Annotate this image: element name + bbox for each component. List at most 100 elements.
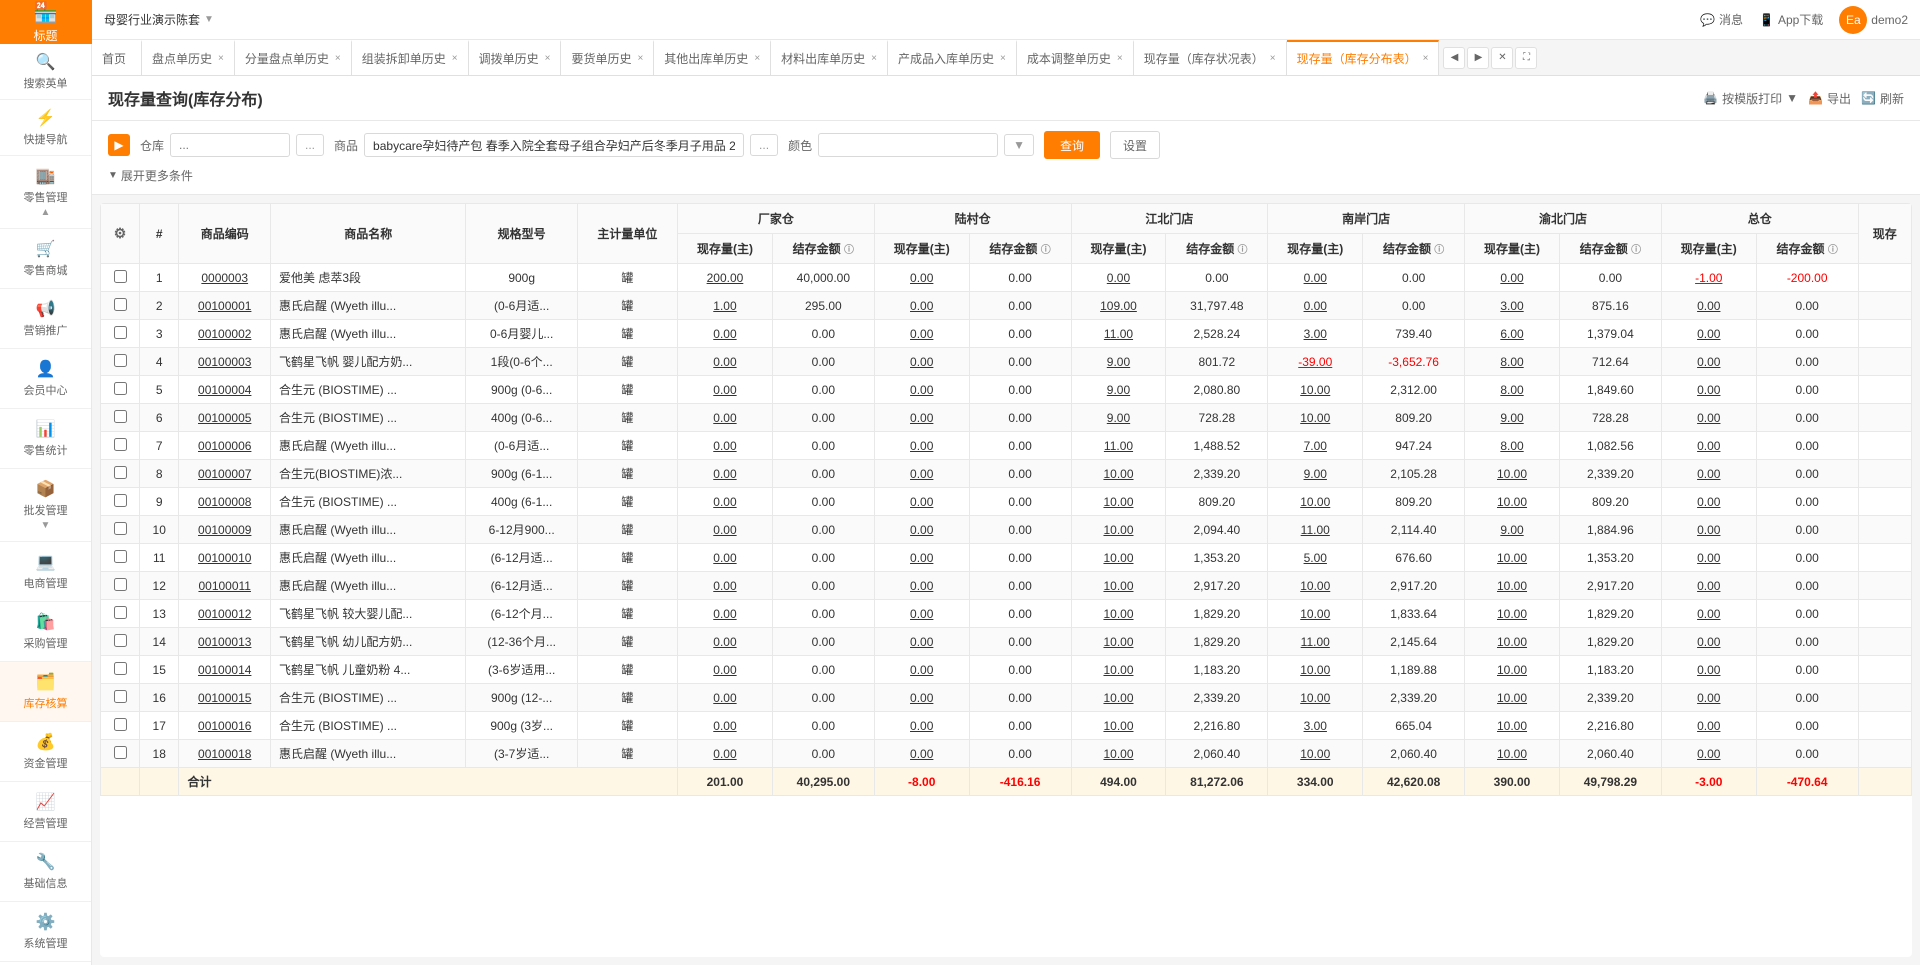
- cell-check[interactable]: [101, 684, 140, 712]
- tab-close-icon[interactable]: ×: [1000, 53, 1006, 64]
- tab-close-icon[interactable]: ×: [871, 53, 877, 64]
- query-btn[interactable]: 查询: [1044, 131, 1100, 159]
- tab-product-in[interactable]: 产成品入库单历史 ×: [888, 40, 1017, 76]
- cell-nc: 3.00: [1268, 320, 1363, 348]
- logo[interactable]: 🏪 标题: [0, 0, 92, 44]
- collapse-btn[interactable]: ▶: [108, 134, 130, 156]
- cell-check[interactable]: [101, 544, 140, 572]
- sidebar-item-finance[interactable]: 💰 资金管理: [0, 722, 91, 782]
- cell-check[interactable]: [101, 600, 140, 628]
- cell-check[interactable]: [101, 572, 140, 600]
- tab-next-btn[interactable]: ▶: [1467, 47, 1489, 69]
- cell-check[interactable]: [101, 460, 140, 488]
- cell-check[interactable]: [101, 712, 140, 740]
- warehouse-input[interactable]: [170, 133, 290, 157]
- cell-check[interactable]: [101, 628, 140, 656]
- sidebar-item-quick-nav[interactable]: ⚡ 快捷导航: [0, 100, 91, 156]
- cell-unit: 罐: [577, 600, 677, 628]
- tab-stock-status[interactable]: 现存量（库存状况表） ×: [1134, 40, 1287, 76]
- cell-check[interactable]: [101, 404, 140, 432]
- app-download-btn[interactable]: 📱 App下载: [1759, 11, 1823, 28]
- cell-check[interactable]: [101, 264, 140, 292]
- tab-close-icon[interactable]: ×: [545, 53, 551, 64]
- cell-jba: 31,797.48: [1166, 292, 1268, 320]
- th-total-current: 现存量(主): [1661, 234, 1756, 264]
- tab-close-all-btn[interactable]: ✕: [1491, 47, 1513, 69]
- table-wrapper[interactable]: ⚙ # 商品编码 商品名称 规格型号 主计量单位 厂家仓 陆村仓 江北门店 南岸…: [100, 203, 1912, 957]
- user-menu[interactable]: Ea demo2: [1839, 6, 1908, 34]
- tab-prev-btn[interactable]: ◀: [1443, 47, 1465, 69]
- cell-la: 0.00: [969, 376, 1071, 404]
- cell-check[interactable]: [101, 320, 140, 348]
- tab-close-icon[interactable]: ×: [218, 53, 224, 64]
- tab-close-icon[interactable]: ×: [1423, 53, 1429, 64]
- info-icon[interactable]: ⓘ: [1434, 245, 1444, 256]
- sidebar-item-retail-mgmt[interactable]: 🏬 零售管理 ▲: [0, 156, 91, 229]
- tab-close-icon[interactable]: ×: [335, 53, 341, 64]
- info-icon[interactable]: ⓘ: [1828, 245, 1838, 256]
- cell-check[interactable]: [101, 488, 140, 516]
- tab-close-icon[interactable]: ×: [1270, 53, 1276, 64]
- goods-browse-btn[interactable]: ...: [750, 134, 778, 156]
- info-icon[interactable]: ⓘ: [844, 245, 854, 256]
- cell-check[interactable]: [101, 516, 140, 544]
- info-icon[interactable]: ⓘ: [1631, 245, 1641, 256]
- sidebar-item-purchase[interactable]: 🛍️ 采购管理: [0, 602, 91, 662]
- sidebar-item-base[interactable]: 🔧 基础信息: [0, 842, 91, 902]
- tab-cost-adjust[interactable]: 成本调整单历史 ×: [1017, 40, 1134, 76]
- export-btn[interactable]: 📤 导出: [1808, 90, 1851, 107]
- refresh-btn[interactable]: 🔄 刷新: [1861, 90, 1904, 107]
- cell-check[interactable]: [101, 740, 140, 768]
- cell-code: 00100009: [179, 516, 271, 544]
- goods-input[interactable]: [364, 133, 744, 157]
- sidebar-item-ops[interactable]: 📈 经营管理: [0, 782, 91, 842]
- sidebar-item-wholesale[interactable]: 📦 批发管理 ▼: [0, 469, 91, 542]
- tab-stock-dist[interactable]: 现存量（库存分布表） ×: [1287, 40, 1440, 76]
- tab-fullscreen-btn[interactable]: ⛶: [1515, 47, 1537, 69]
- cell-yc: 8.00: [1465, 432, 1560, 460]
- tab-material-out[interactable]: 材料出库单历史 ×: [771, 40, 888, 76]
- sidebar-item-ecommerce[interactable]: 💻 电商管理: [0, 542, 91, 602]
- gear-icon[interactable]: ⚙: [114, 225, 127, 241]
- th-lushan-current: 现存量(主): [874, 234, 969, 264]
- cell-spec: 900g (3岁...: [466, 712, 577, 740]
- cell-check[interactable]: [101, 432, 140, 460]
- tab-close-icon[interactable]: ×: [637, 53, 643, 64]
- tab-kit-dismantle[interactable]: 组装拆卸单历史 ×: [352, 40, 469, 76]
- info-icon[interactable]: ⓘ: [1041, 245, 1051, 256]
- tab-home[interactable]: 首页: [92, 40, 142, 76]
- tenant-dropdown[interactable]: 母婴行业演示陈套 ▼: [104, 11, 214, 28]
- tab-close-icon[interactable]: ×: [452, 53, 458, 64]
- cell-name: 惠氏启醒 (Wyeth illu...: [270, 740, 465, 768]
- color-input[interactable]: [818, 133, 998, 157]
- tab-inventory-sub[interactable]: 分量盘点单历史 ×: [235, 40, 352, 76]
- settings-btn[interactable]: 设置: [1110, 131, 1160, 159]
- sidebar-item-retail-stats[interactable]: 📊 零售统计: [0, 409, 91, 469]
- cell-na: 947.24: [1363, 432, 1465, 460]
- sidebar-item-marketing[interactable]: 📢 营销推广: [0, 289, 91, 349]
- sidebar-item-system[interactable]: ⚙️ 系统管理: [0, 902, 91, 962]
- export-label: 导出: [1827, 90, 1851, 107]
- sidebar-item-member[interactable]: 👤 会员中心: [0, 349, 91, 409]
- tab-transfer[interactable]: 调拨单历史 ×: [469, 40, 562, 76]
- cell-check[interactable]: [101, 292, 140, 320]
- cell-check[interactable]: [101, 376, 140, 404]
- tab-other-out[interactable]: 其他出库单历史 ×: [654, 40, 771, 76]
- tab-close-icon[interactable]: ×: [1117, 53, 1123, 64]
- color-dropdown-btn[interactable]: ▼: [1004, 134, 1034, 156]
- info-icon[interactable]: ⓘ: [1238, 245, 1248, 256]
- th-settings[interactable]: ⚙: [101, 204, 140, 264]
- sidebar-item-retail-shop[interactable]: 🛒 零售商城: [0, 229, 91, 289]
- tab-close-icon[interactable]: ×: [754, 53, 760, 64]
- message-btn[interactable]: 💬 消息: [1700, 11, 1743, 28]
- print-btn[interactable]: 🖨️ 按模版打印 ▼: [1703, 90, 1798, 107]
- tab-order[interactable]: 要货单历史 ×: [561, 40, 654, 76]
- warehouse-browse-btn[interactable]: ...: [296, 134, 324, 156]
- cell-fc: 0.00: [678, 376, 773, 404]
- tab-inventory-single[interactable]: 盘点单历史 ×: [142, 40, 235, 76]
- expand-conditions-btn[interactable]: ▼ 展开更多条件: [108, 167, 1904, 184]
- cell-check[interactable]: [101, 656, 140, 684]
- sidebar-item-inventory[interactable]: 🗂️ 库存核算: [0, 662, 91, 722]
- sidebar-item-search[interactable]: 🔍 搜索英单: [0, 44, 91, 100]
- cell-check[interactable]: [101, 348, 140, 376]
